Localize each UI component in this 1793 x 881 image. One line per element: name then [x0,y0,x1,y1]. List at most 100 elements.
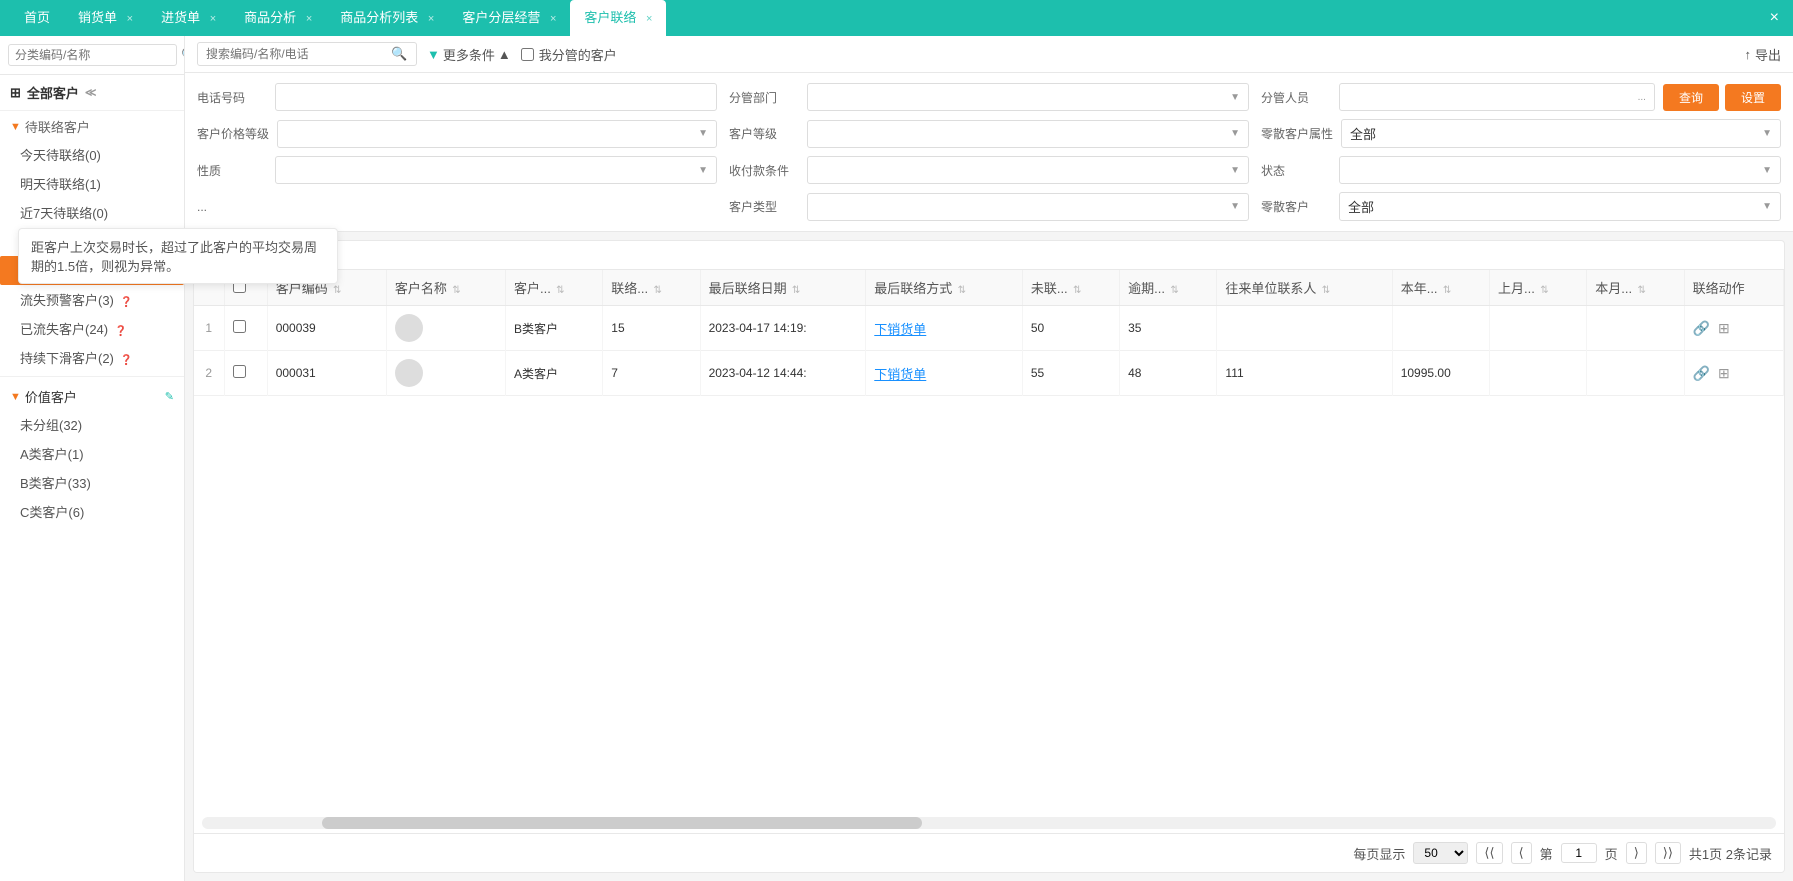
sidebar-item-class-c[interactable]: C类客户(6) [0,497,184,526]
my-customers-checkbox[interactable] [521,48,534,61]
row1-checkbox[interactable] [233,320,246,333]
sort-icon-code[interactable]: ⇅ [333,285,341,296]
page-label: 第 [1540,844,1553,863]
tab-product-analysis[interactable]: 商品分析 × [230,0,326,36]
tab-customer-layering[interactable]: 客户分层经营 × [448,0,570,36]
sidebar-search-input[interactable] [8,44,177,66]
help-icon-3: ❓ [114,326,126,337]
close-tab-sales[interactable]: × [127,13,133,25]
sort-icon-contact[interactable]: ⇅ [653,285,661,296]
sort-icon-date[interactable]: ⇅ [792,285,800,296]
tab-home[interactable]: 首页 [10,0,64,36]
retail-attr-select[interactable]: 全部 ▼ [1341,119,1781,148]
sidebar-item-class-b[interactable]: B类客户(33) [0,468,184,497]
edit-icon[interactable]: ✎ [165,390,174,403]
customer-type-select[interactable]: ▼ [807,193,1249,221]
customer-level-select[interactable]: ▼ [807,120,1249,148]
row2-this-month [1587,351,1684,396]
close-tab-product-list[interactable]: × [428,13,434,25]
close-tab-purchase[interactable]: × [210,13,216,25]
my-customers-checkbox-row: 我分管的客户 [521,45,617,64]
main-search-icon[interactable]: 🔍 [391,46,407,62]
sort-icon-method[interactable]: ⇅ [958,285,966,296]
row2-this-year: 10995.00 [1392,351,1489,396]
phone-input[interactable] [275,83,717,111]
sort-icon-type[interactable]: ⇅ [556,285,564,296]
tab-product-analysis-list[interactable]: 商品分析列表 × [326,0,448,36]
sidebar-item-tomorrow[interactable]: 明天待联络(1) [0,169,184,198]
sidebar-item-7days[interactable]: 近7天待联络(0) [0,198,184,227]
row1-method-link[interactable]: 下销货单 [874,322,926,337]
payment-arrow: ▼ [1230,165,1240,176]
row2-last-method: 下销货单 [866,351,1023,396]
tab-purchase-order[interactable]: 进货单 × [147,0,230,36]
per-page-select[interactable]: 50 100 200 [1413,842,1468,864]
sort-icon-year[interactable]: ⇅ [1443,285,1451,296]
close-tab-product[interactable]: × [306,13,312,25]
status-arrow: ▼ [1762,165,1772,176]
row1-grid-icon[interactable]: ⊞ [1718,320,1730,337]
gender-label: 性质 [197,162,267,179]
payment-select[interactable]: ▼ [807,156,1249,184]
sidebar-item-loss-warning[interactable]: 流失预警客户(3) ❓ [0,285,184,314]
customer-type-label: 客户类型 [729,198,799,215]
table-scroll[interactable]: 客户编码 ⇅ 客户名称 ⇅ 客户... ⇅ [194,270,1784,813]
row2-avatar [395,359,423,387]
main-layout: 🔍 ⊞ 全部客户 ≪ ▼ 待联络客户 今天待联络(0) 明天待联络(1) 近7天… [0,36,1793,881]
filter-customer-level-row: 客户等级 ▼ [729,119,1249,148]
customer-type-arrow: ▼ [1230,201,1240,212]
close-tab-contact[interactable]: × [646,13,652,25]
row1-link-icon[interactable]: 🔗 [1693,320,1710,337]
arrow-icon: ▼ [10,121,21,133]
dept-select[interactable]: ▼ [807,83,1249,111]
tab-sales-order[interactable]: 销货单 × [64,0,147,36]
sort-icon-uncontact[interactable]: ⇅ [1073,285,1081,296]
row1-contact-count: 15 [603,306,700,351]
sidebar-item-lost[interactable]: 已流失客户(24) ❓ [0,314,184,343]
sort-icon-lmonth[interactable]: ⇅ [1540,285,1548,296]
first-page-button[interactable]: ⟨⟨ [1476,842,1502,864]
manager-select[interactable]: ... [1339,83,1655,111]
status-select[interactable]: ▼ [1339,156,1781,184]
scrollbar-thumb [322,817,922,829]
sort-icon-person[interactable]: ⇅ [1322,285,1330,296]
sidebar-item-class-a[interactable]: A类客户(1) [0,439,184,468]
filter-retail-attr-row: 零散客户属性 全部 ▼ [1261,119,1781,148]
more-conditions-button[interactable]: ▼ 更多条件 ▲ [427,45,511,64]
sort-icon-name[interactable]: ⇅ [452,285,460,296]
window-close-button[interactable]: × [1770,9,1779,27]
prev-page-button[interactable]: ⟨ [1511,842,1532,864]
row2-method-link[interactable]: 下销货单 [874,367,926,382]
last-page-button[interactable]: ⟩⟩ [1655,842,1681,864]
settings-button[interactable]: 设置 [1725,84,1781,111]
row2-checkbox[interactable] [233,365,246,378]
main-search-input[interactable] [206,47,386,61]
export-button[interactable]: ↑ 导出 [1744,45,1781,64]
sort-icon-overdue[interactable]: ⇅ [1170,285,1178,296]
sort-icon-tmonth[interactable]: ⇅ [1637,285,1645,296]
tab-customer-contact[interactable]: 客户联络 × [570,0,666,36]
page-input[interactable] [1561,843,1597,863]
query-button[interactable]: 查询 [1663,84,1719,111]
filter-payment-row: 收付款条件 ▼ [729,156,1249,184]
retail-customer-select[interactable]: 全部 ▼ [1339,192,1781,221]
customer-level-label: 客户等级 [729,125,799,142]
gender-select[interactable]: ▼ [275,156,717,184]
next-page-button[interactable]: ⟩ [1626,842,1647,864]
sidebar-item-today[interactable]: 今天待联络(0) [0,140,184,169]
filter-actions: 查询 设置 [1663,84,1781,111]
close-tab-layering[interactable]: × [550,13,556,25]
collapse-icon[interactable]: ≪ [85,86,97,99]
table-row: 2 000031 A类客户 7 2023-04-12 14:44: [194,351,1784,396]
customer-level-arrow: ▼ [1230,128,1240,139]
row1-avatar [395,314,423,342]
sidebar-item-declining[interactable]: 持续下滑客户(2) ❓ [0,343,184,372]
row2-grid-icon[interactable]: ⊞ [1718,365,1730,382]
th-last-contact-date: 最后联络日期 ⇅ [700,270,866,306]
value-customers-section[interactable]: ▼ 价值客户 ✎ [0,381,184,410]
price-level-select[interactable]: ▼ [277,120,717,148]
sidebar-item-ungrouped[interactable]: 未分组(32) [0,410,184,439]
horizontal-scrollbar[interactable] [202,817,1776,829]
all-customers-item[interactable]: ⊞ 全部客户 ≪ [0,75,184,111]
row2-link-icon[interactable]: 🔗 [1693,365,1710,382]
